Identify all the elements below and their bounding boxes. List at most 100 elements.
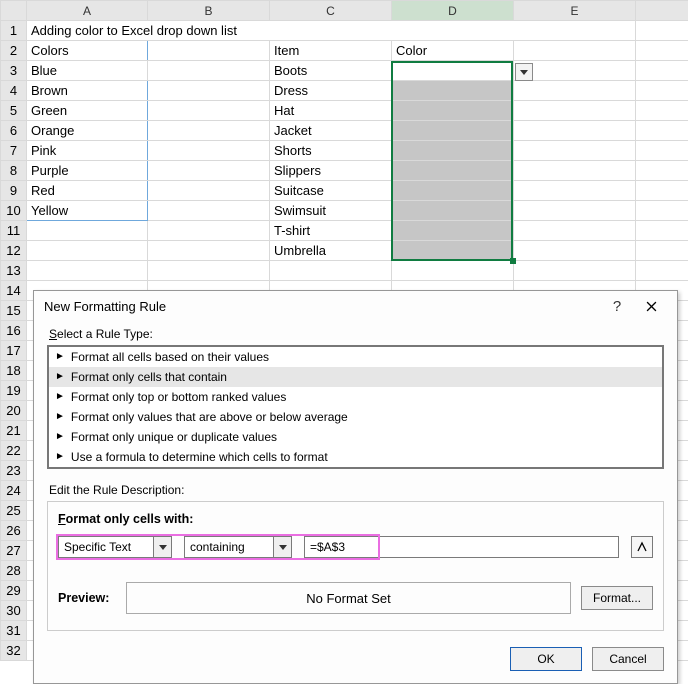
format-operator-combo[interactable]: containing	[184, 536, 292, 558]
ok-button[interactable]: OK	[510, 647, 582, 671]
select-all-corner[interactable]	[1, 1, 27, 21]
format-condition-combo[interactable]: Specific Text	[58, 536, 172, 558]
cell[interactable]	[636, 241, 688, 261]
cell[interactable]	[148, 261, 270, 281]
row-header[interactable]: 16	[1, 321, 27, 341]
cell[interactable]: Brown	[27, 81, 148, 101]
rule-type-item[interactable]: ►Format only top or bottom ranked values	[49, 387, 662, 407]
row-header[interactable]: 7	[1, 141, 27, 161]
cell[interactable]	[148, 141, 270, 161]
col-header-A[interactable]: A	[27, 1, 148, 21]
cell[interactable]	[636, 181, 688, 201]
cell[interactable]: Suitcase	[270, 181, 392, 201]
cell[interactable]	[636, 161, 688, 181]
row-header[interactable]: 30	[1, 601, 27, 621]
row-header[interactable]: 11	[1, 221, 27, 241]
cell[interactable]: Orange	[27, 121, 148, 141]
cell[interactable]	[514, 261, 636, 281]
formula-input[interactable]: =$A$3	[304, 536, 619, 558]
cell[interactable]: Umbrella	[270, 241, 392, 261]
cell[interactable]	[270, 261, 392, 281]
col-header-B[interactable]: B	[148, 1, 270, 21]
cell[interactable]: Red	[27, 181, 148, 201]
row-header[interactable]: 20	[1, 401, 27, 421]
cell[interactable]	[27, 241, 148, 261]
cell[interactable]	[392, 81, 514, 101]
rule-type-item[interactable]: ►Format only cells that contain	[49, 367, 662, 387]
col-header-D[interactable]: D	[392, 1, 514, 21]
row-header[interactable]: 17	[1, 341, 27, 361]
row-header[interactable]: 5	[1, 101, 27, 121]
cell[interactable]	[514, 101, 636, 121]
row-header[interactable]: 10	[1, 201, 27, 221]
cell[interactable]	[514, 241, 636, 261]
row-header[interactable]: 15	[1, 301, 27, 321]
range-picker-button[interactable]	[631, 536, 653, 558]
cell[interactable]	[514, 181, 636, 201]
row-header[interactable]: 24	[1, 481, 27, 501]
cell[interactable]	[148, 181, 270, 201]
cell[interactable]	[392, 121, 514, 141]
cell[interactable]: Color	[392, 41, 514, 61]
cell[interactable]	[514, 161, 636, 181]
row-header[interactable]: 1	[1, 21, 27, 41]
cell[interactable]	[636, 81, 688, 101]
cell[interactable]	[514, 121, 636, 141]
row-header[interactable]: 13	[1, 261, 27, 281]
cell[interactable]: Swimsuit	[270, 201, 392, 221]
row-header[interactable]: 8	[1, 161, 27, 181]
row-header[interactable]: 14	[1, 281, 27, 301]
rule-type-item[interactable]: ►Format only values that are above or be…	[49, 407, 662, 427]
row-header[interactable]: 22	[1, 441, 27, 461]
row-header[interactable]: 28	[1, 561, 27, 581]
cell[interactable]	[514, 141, 636, 161]
row-header[interactable]: 3	[1, 61, 27, 81]
cell[interactable]: Shorts	[270, 141, 392, 161]
header-colors[interactable]: Colors	[27, 41, 148, 61]
row-header[interactable]: 29	[1, 581, 27, 601]
cell[interactable]	[514, 81, 636, 101]
rule-type-list[interactable]: ►Format all cells based on their values►…	[47, 345, 664, 469]
cell[interactable]	[636, 121, 688, 141]
cell[interactable]	[392, 101, 514, 121]
col-header-extra[interactable]	[636, 1, 688, 21]
cell[interactable]	[392, 141, 514, 161]
cell[interactable]	[636, 221, 688, 241]
cell[interactable]	[514, 41, 636, 61]
cell[interactable]	[392, 241, 514, 261]
cell[interactable]: Purple	[27, 161, 148, 181]
row-header[interactable]: 25	[1, 501, 27, 521]
format-button[interactable]: Format...	[581, 586, 653, 610]
cell[interactable]	[392, 161, 514, 181]
row-header[interactable]: 2	[1, 41, 27, 61]
cell[interactable]	[148, 241, 270, 261]
cancel-button[interactable]: Cancel	[592, 647, 664, 671]
cell[interactable]	[636, 261, 688, 281]
cell[interactable]	[27, 261, 148, 281]
cell[interactable]	[636, 61, 688, 81]
cell[interactable]	[148, 81, 270, 101]
cell[interactable]: Pink	[27, 141, 148, 161]
cell[interactable]	[392, 201, 514, 221]
row-header[interactable]: 9	[1, 181, 27, 201]
cell[interactable]	[636, 141, 688, 161]
cell[interactable]	[514, 221, 636, 241]
cell[interactable]: Green	[27, 101, 148, 121]
cell[interactable]: T-shirt	[270, 221, 392, 241]
help-button[interactable]: ?	[603, 298, 631, 315]
cell[interactable]	[636, 201, 688, 221]
cell[interactable]: Item	[270, 41, 392, 61]
cell[interactable]: Yellow	[27, 201, 148, 221]
cell[interactable]	[148, 201, 270, 221]
cell[interactable]	[148, 161, 270, 181]
row-header[interactable]: 19	[1, 381, 27, 401]
row-header[interactable]: 23	[1, 461, 27, 481]
row-header[interactable]: 32	[1, 641, 27, 661]
cell[interactable]	[392, 221, 514, 241]
row-header[interactable]: 27	[1, 541, 27, 561]
row-header[interactable]: 21	[1, 421, 27, 441]
cell[interactable]: Boots	[270, 61, 392, 81]
cell[interactable]: Slippers	[270, 161, 392, 181]
cell[interactable]	[27, 221, 148, 241]
row-header[interactable]: 4	[1, 81, 27, 101]
